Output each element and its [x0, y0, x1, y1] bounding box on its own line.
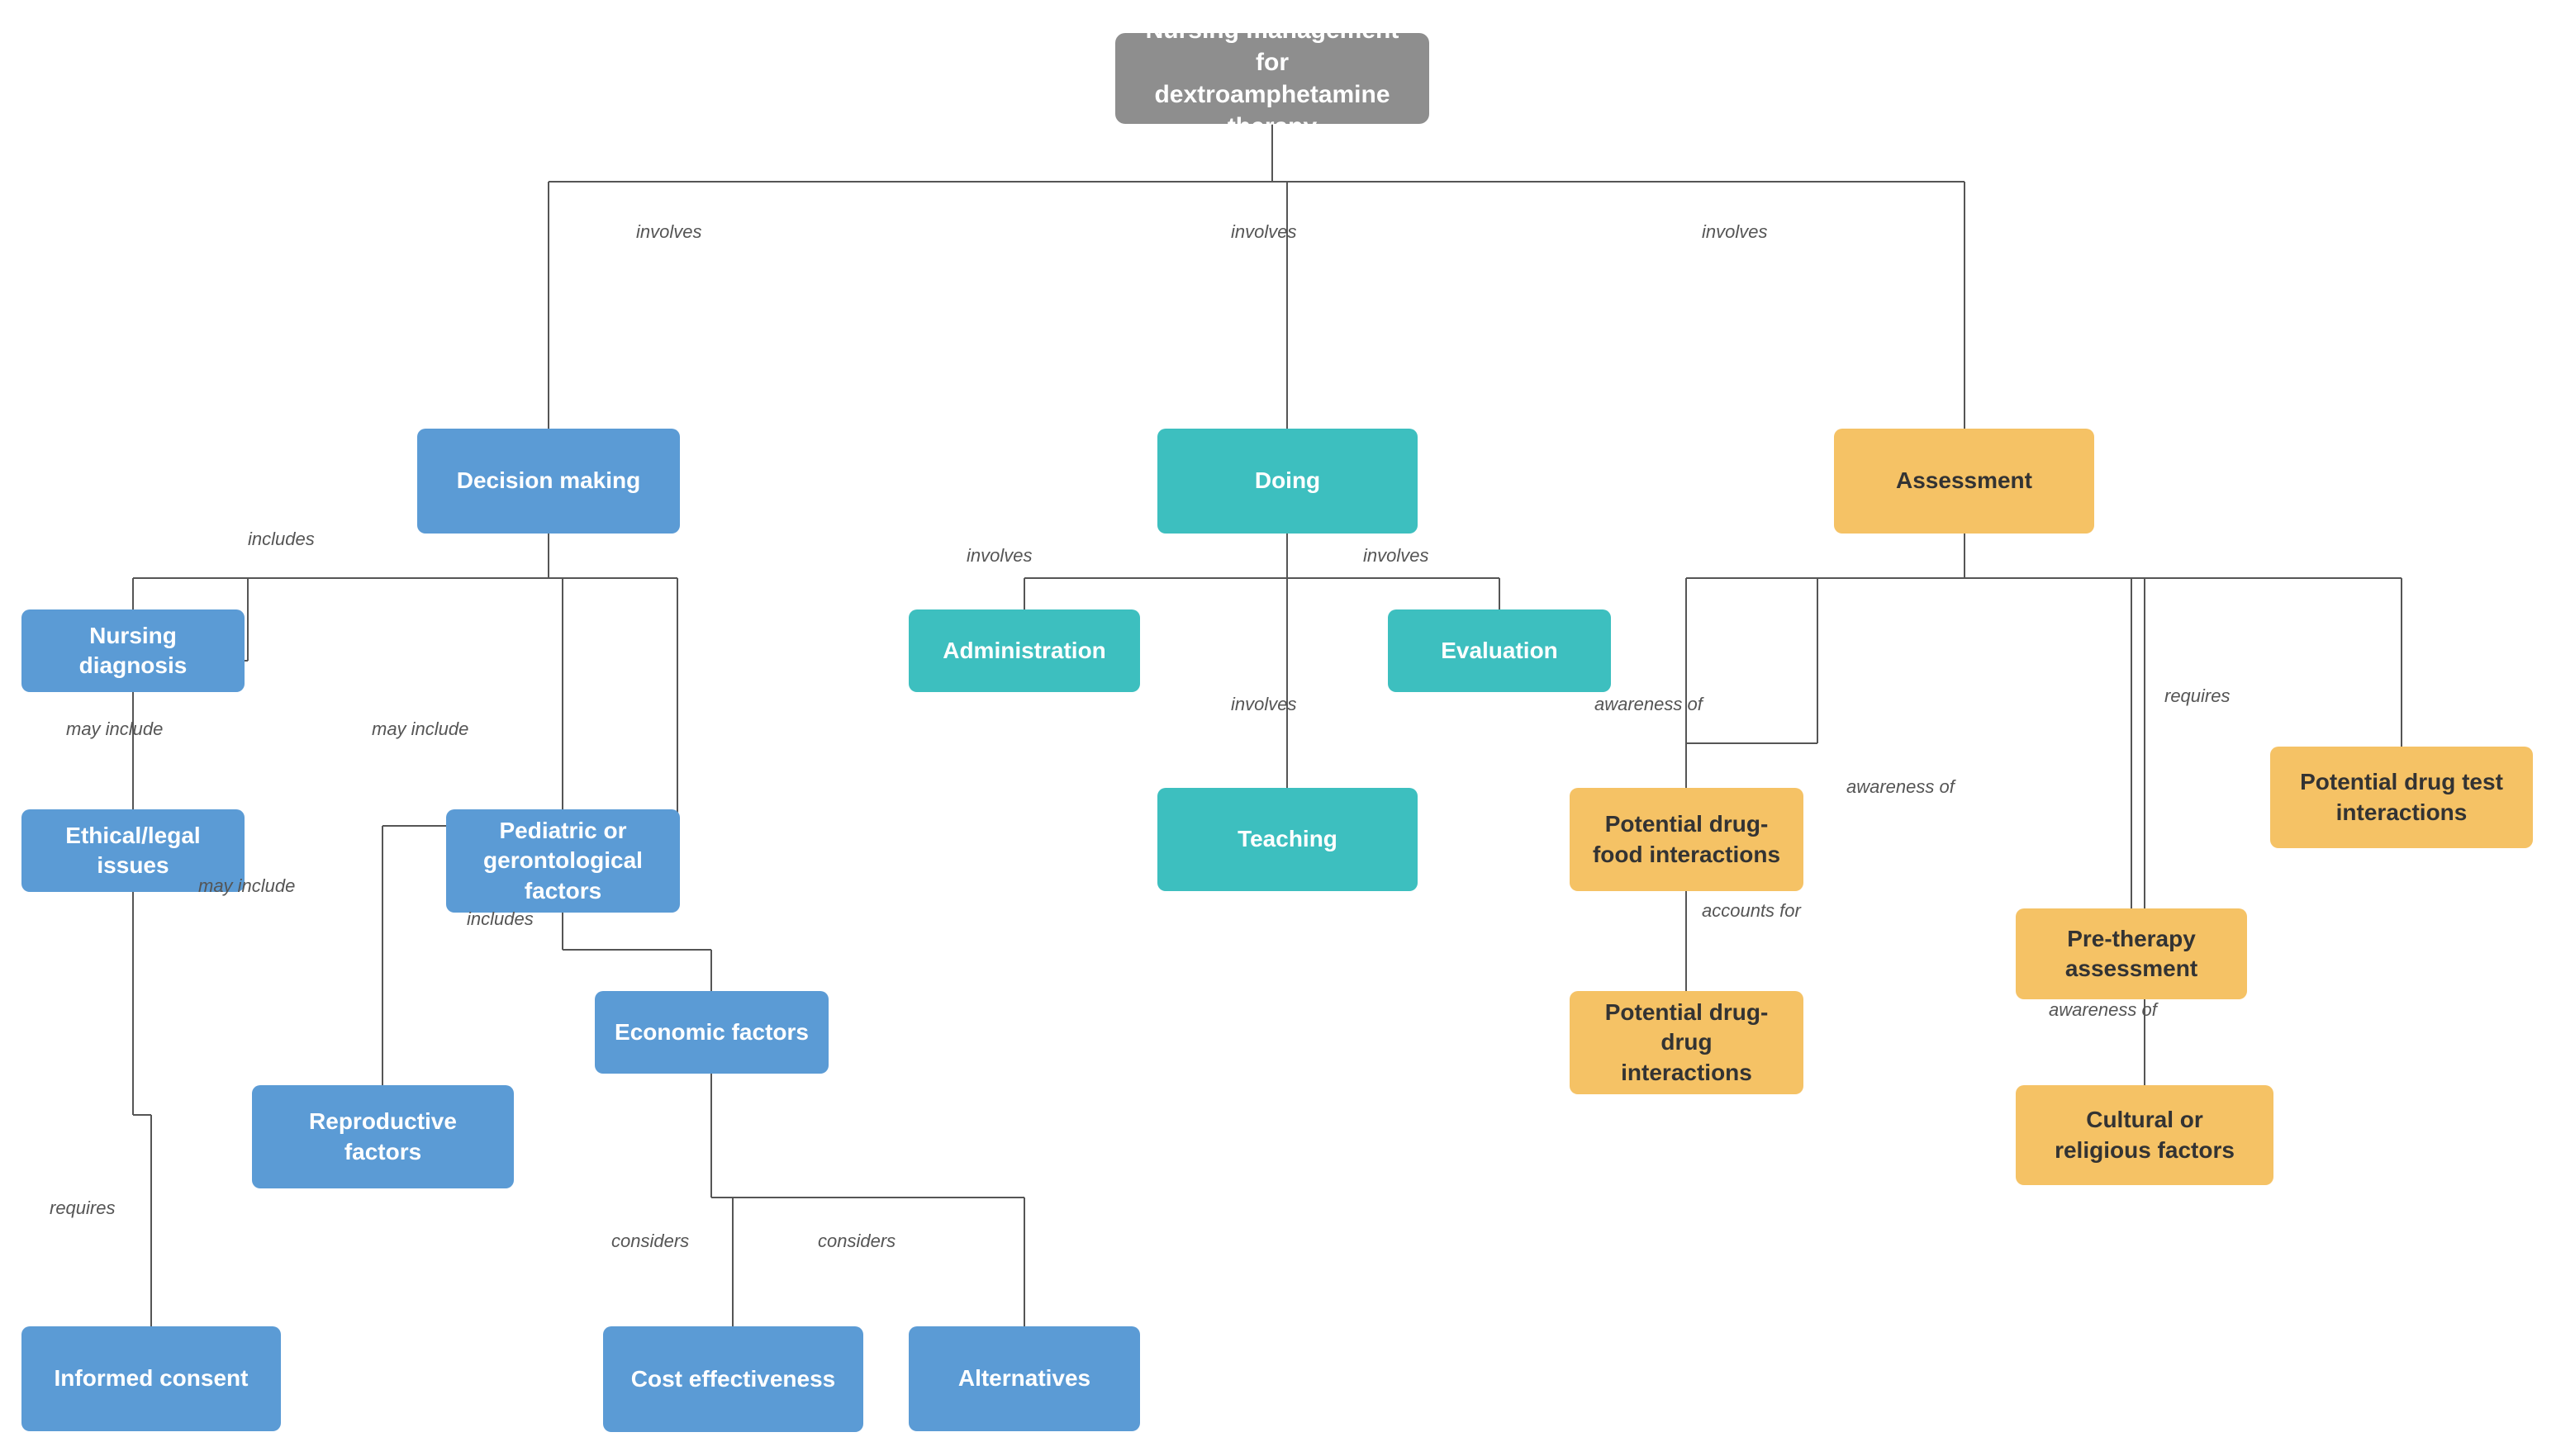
- teaching-label: Teaching: [1238, 824, 1337, 854]
- edge-label-involves-3: involves: [1702, 221, 1767, 243]
- evaluation-label: Evaluation: [1441, 636, 1558, 666]
- economic-factors-label: Economic factors: [615, 1017, 809, 1047]
- decision-making-label: Decision making: [457, 466, 641, 496]
- edge-label-awareness-1: awareness of: [1594, 694, 1703, 715]
- edge-label-accounts-for: accounts for: [1702, 900, 1801, 922]
- informed-consent-node: Informed consent: [21, 1326, 281, 1431]
- edge-label-involves-2: involves: [1231, 221, 1296, 243]
- edge-label-includes-2: includes: [467, 908, 534, 930]
- cultural-religious-label: Cultural or religious factors: [2055, 1105, 2235, 1165]
- edge-label-awareness-3: awareness of: [2049, 999, 2157, 1021]
- edge-label-includes-1: includes: [248, 529, 315, 550]
- decision-making-node: Decision making: [417, 429, 680, 534]
- edge-label-requires-2: requires: [2164, 685, 2230, 707]
- assessment-node: Assessment: [1834, 429, 2094, 534]
- reproductive-factors-node: Reproductive factors: [252, 1085, 514, 1188]
- alternatives-node: Alternatives: [909, 1326, 1140, 1431]
- edge-label-involves-5: involves: [1363, 545, 1428, 567]
- alternatives-label: Alternatives: [958, 1364, 1090, 1393]
- pre-therapy-label: Pre-therapy assessment: [2065, 924, 2197, 984]
- doing-node: Doing: [1157, 429, 1418, 534]
- edge-label-involves-1: involves: [636, 221, 701, 243]
- drug-food-label: Potential drug- food interactions: [1593, 809, 1780, 870]
- economic-factors-node: Economic factors: [595, 991, 829, 1074]
- edge-label-may-include-1: may include: [66, 719, 163, 740]
- edge-label-may-include-3: may include: [372, 719, 468, 740]
- root-label: Nursing management for dextroamphetamine…: [1127, 14, 1418, 143]
- edge-label-may-include-2: may include: [198, 875, 295, 897]
- administration-node: Administration: [909, 609, 1140, 692]
- edge-label-considers-1: considers: [611, 1231, 689, 1252]
- cost-effectiveness-label: Cost effectiveness: [631, 1364, 835, 1394]
- cost-effectiveness-node: Cost effectiveness: [603, 1326, 863, 1432]
- drug-drug-node: Potential drug-drug interactions: [1570, 991, 1803, 1094]
- pediatric-geo-label: Pediatric or gerontological factors: [483, 816, 643, 906]
- edge-label-awareness-2: awareness of: [1846, 776, 1955, 798]
- ethical-legal-label: Ethical/legal issues: [33, 821, 233, 881]
- drug-food-node: Potential drug- food interactions: [1570, 788, 1803, 891]
- pediatric-geo-node: Pediatric or gerontological factors: [446, 809, 680, 913]
- edge-label-requires-1: requires: [50, 1198, 115, 1219]
- edge-label-involves-6: involves: [1231, 694, 1296, 715]
- assessment-label: Assessment: [1896, 466, 2032, 496]
- edge-label-considers-2: considers: [818, 1231, 896, 1252]
- administration-label: Administration: [943, 636, 1106, 666]
- nursing-diagnosis-label: Nursing diagnosis: [33, 621, 233, 681]
- nursing-diagnosis-node: Nursing diagnosis: [21, 609, 245, 692]
- drug-test-label: Potential drug test interactions: [2300, 767, 2503, 828]
- drug-test-node: Potential drug test interactions: [2270, 747, 2533, 848]
- cultural-religious-node: Cultural or religious factors: [2016, 1085, 2273, 1185]
- teaching-node: Teaching: [1157, 788, 1418, 891]
- doing-label: Doing: [1255, 466, 1320, 496]
- reproductive-factors-label: Reproductive factors: [309, 1107, 457, 1167]
- pre-therapy-node: Pre-therapy assessment: [2016, 908, 2247, 999]
- drug-drug-label: Potential drug-drug interactions: [1581, 998, 1792, 1088]
- evaluation-node: Evaluation: [1388, 609, 1611, 692]
- informed-consent-label: Informed consent: [55, 1364, 249, 1393]
- edge-label-involves-4: involves: [967, 545, 1032, 567]
- root-node: Nursing management for dextroamphetamine…: [1115, 33, 1429, 124]
